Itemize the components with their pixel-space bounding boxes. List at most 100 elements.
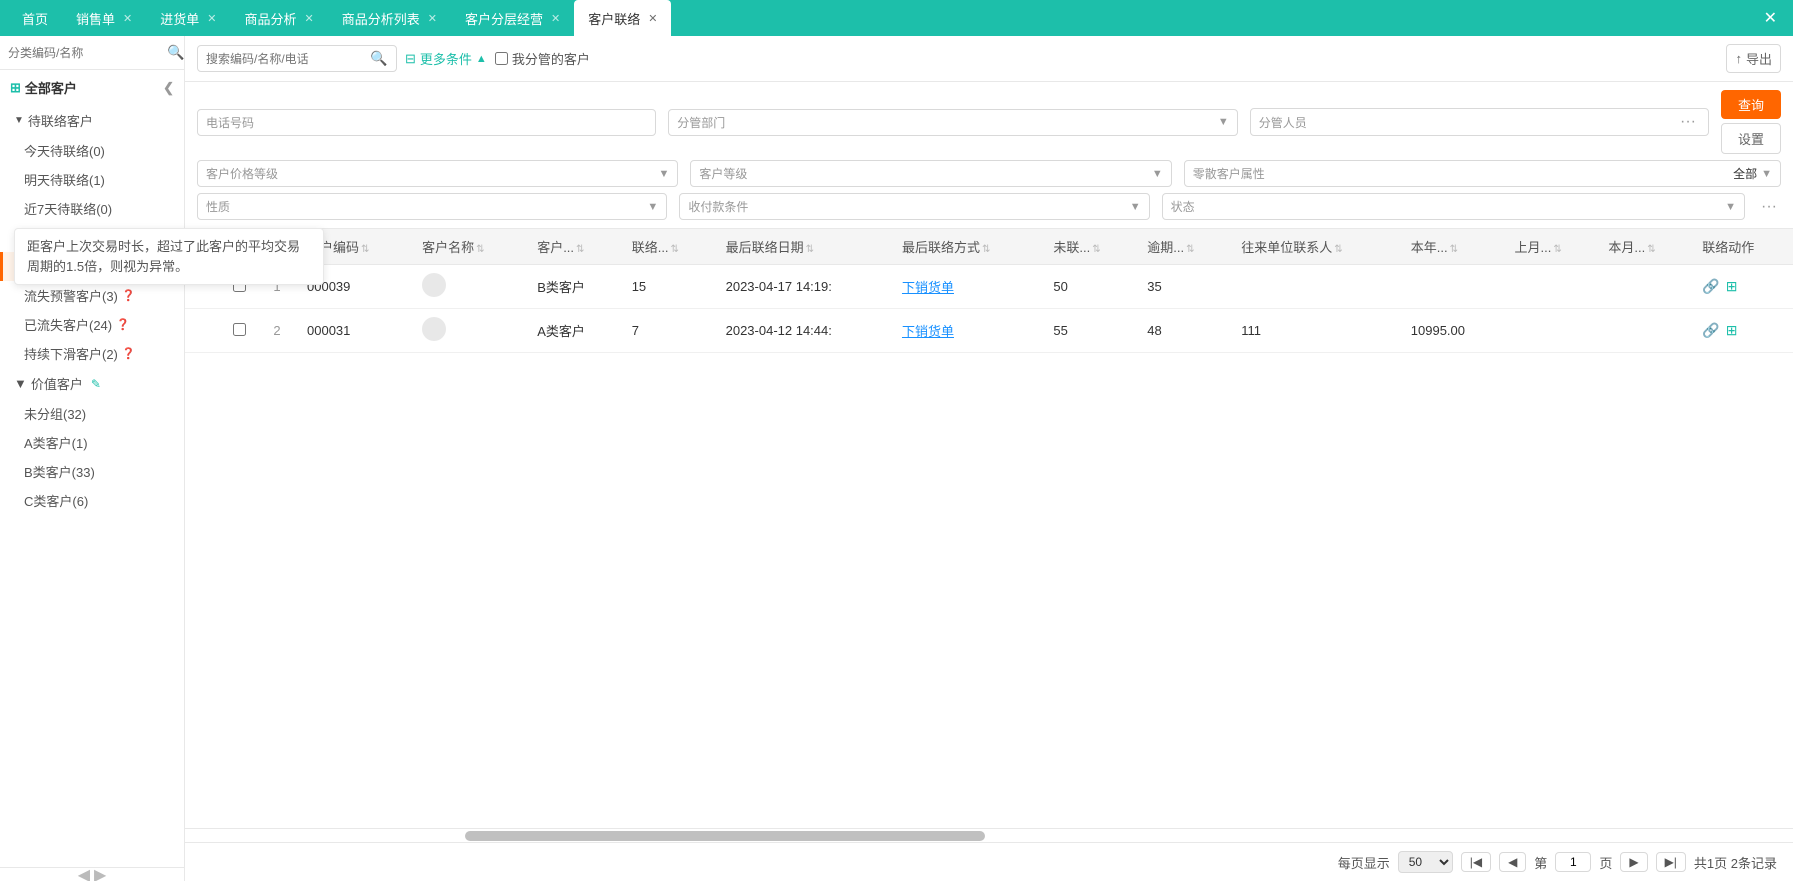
col-current-month-header[interactable]: 本月...⇅ <box>1598 229 1692 265</box>
last-month-sort-icon: ⇅ <box>1553 244 1561 255</box>
col-current-year-header[interactable]: 本年...⇅ <box>1401 229 1505 265</box>
sidebar-all-customers[interactable]: ⊞ 全部客户 ❮ <box>0 70 184 105</box>
row2-checkbox[interactable] <box>221 309 257 353</box>
last-page-btn[interactable]: ▶| <box>1656 852 1686 872</box>
nav-product-analysis[interactable]: 商品分析 ✕ <box>230 0 327 36</box>
sidebar-declining[interactable]: 持续下滑客户(2) ❓ <box>0 339 184 368</box>
row1-last-month <box>1504 265 1598 309</box>
row2-settings <box>185 309 221 353</box>
last-date-sort-icon: ⇅ <box>806 244 814 255</box>
nav-close-sales[interactable]: ✕ <box>123 12 132 25</box>
col-name-header[interactable]: 客户名称⇅ <box>412 229 527 265</box>
table-row: 1 000039 B类客户 15 2023-04-17 14:19: 下销货单 … <box>185 265 1793 309</box>
nav-close-customer-contact[interactable]: ✕ <box>648 12 657 25</box>
row1-contact-person <box>1231 265 1401 309</box>
sidebar-pending-7days[interactable]: 近7天待联络(0) <box>0 194 184 223</box>
export-btn[interactable]: ↑ 导出 <box>1726 44 1781 73</box>
filter-row-2: 客户价格等级 ▼ 客户等级 ▼ 零散客户属性 全部 ▼ <box>197 160 1781 187</box>
page-input[interactable] <box>1555 852 1591 872</box>
row2-actions: 🔗 ⊞ <box>1692 309 1793 353</box>
nav-sales[interactable]: 销售单 ✕ <box>62 0 146 36</box>
nav-purchase[interactable]: 进货单 ✕ <box>146 0 230 36</box>
page-size-select[interactable]: 50 100 200 <box>1398 851 1453 873</box>
col-last-contact-method-header[interactable]: 最后联络方式⇅ <box>892 229 1043 265</box>
prev-page-btn[interactable]: ◀ <box>1499 852 1526 872</box>
filter-phone[interactable]: 电话号码 <box>197 109 656 136</box>
row2-last-method[interactable]: 下销货单 <box>892 309 1043 353</box>
filter-dept[interactable]: 分管部门 ▼ <box>668 109 1238 136</box>
more-conditions-btn[interactable]: ⊟ 更多条件 ▲ <box>405 49 487 68</box>
row2-link-icon[interactable]: 🔗 <box>1702 322 1719 339</box>
export-icon: ↑ <box>1735 51 1742 66</box>
col-last-month-header[interactable]: 上月...⇅ <box>1504 229 1598 265</box>
current-month-sort-icon: ⇅ <box>1647 244 1655 255</box>
row2-select-checkbox[interactable] <box>233 323 246 336</box>
sidebar-pending-tomorrow[interactable]: 明天待联络(1) <box>0 165 184 194</box>
sidebar-search-input[interactable] <box>8 46 163 60</box>
page-suffix: 页 <box>1599 853 1612 872</box>
search-input[interactable] <box>206 52 366 66</box>
sidebar-value-section[interactable]: ▼ 价值客户 ✎ <box>0 368 184 399</box>
row2-grid-icon[interactable]: ⊞ <box>1726 322 1738 339</box>
nav-close-customer-layered[interactable]: ✕ <box>551 12 560 25</box>
nav-close-purchase[interactable]: ✕ <box>207 12 216 25</box>
nav-customer-contact[interactable]: 客户联络 ✕ <box>574 0 671 36</box>
filter-gender[interactable]: 性质 ▼ <box>197 193 667 220</box>
name-sort-icon: ⇅ <box>476 244 484 255</box>
nav-customer-layered[interactable]: 客户分层经营 ✕ <box>451 0 574 36</box>
filter-status[interactable]: 状态 ▼ <box>1162 193 1745 220</box>
nav-close-product[interactable]: ✕ <box>305 12 314 25</box>
filter-manager[interactable]: 分管人员 ··· <box>1250 108 1709 136</box>
col-contact-person-header[interactable]: 往来单位联系人⇅ <box>1231 229 1401 265</box>
sidebar-churn-warning[interactable]: 流失预警客户(3) ❓ <box>0 281 184 310</box>
row2-avatar <box>422 317 446 341</box>
filter-retail-attr[interactable]: 零散客户属性 全部 ▼ <box>1184 160 1781 187</box>
search-icon[interactable]: 🔍 <box>370 50 387 67</box>
row2-index: 2 <box>257 309 297 353</box>
sidebar-value-c[interactable]: C类客户(6) <box>0 486 184 515</box>
col-overdue-header[interactable]: 逾期...⇅ <box>1137 229 1231 265</box>
row1-type: B类客户 <box>527 265 622 309</box>
churn-warning-help-icon: ❓ <box>122 289 136 302</box>
query-btn[interactable]: 查询 <box>1721 90 1781 119</box>
my-customers-checkbox[interactable] <box>495 52 508 65</box>
filter-payment[interactable]: 收付款条件 ▼ <box>679 193 1149 220</box>
settings-btn[interactable]: 设置 <box>1721 123 1781 154</box>
window-close-button[interactable]: ✕ <box>1756 8 1785 28</box>
nav-home[interactable]: 首页 <box>8 0 62 36</box>
sidebar-value-b[interactable]: B类客户(33) <box>0 457 184 486</box>
sidebar-value-ungrouped[interactable]: 未分组(32) <box>0 399 184 428</box>
contact-count-sort-icon: ⇅ <box>671 244 679 255</box>
filter-customer-level[interactable]: 客户等级 ▼ <box>690 160 1171 187</box>
row1-pending: 50 <box>1043 265 1137 309</box>
col-contact-count-header[interactable]: 联络...⇅ <box>622 229 716 265</box>
overdue-sort-icon: ⇅ <box>1186 244 1194 255</box>
row1-grid-icon[interactable]: ⊞ <box>1726 278 1738 295</box>
sidebar-pending-group[interactable]: ▼ 待联络客户 <box>0 105 184 136</box>
nav-product-analysis-list[interactable]: 商品分析列表 ✕ <box>328 0 451 36</box>
col-pending-header[interactable]: 未联...⇅ <box>1043 229 1137 265</box>
type-sort-icon: ⇅ <box>576 244 584 255</box>
horizontal-scrollbar[interactable] <box>185 828 1793 842</box>
row2-pending: 55 <box>1043 309 1137 353</box>
nav-close-product-list[interactable]: ✕ <box>428 12 437 25</box>
sidebar-churned[interactable]: 已流失客户(24) ❓ <box>0 310 184 339</box>
row1-overdue: 35 <box>1137 265 1231 309</box>
row1-link-icon[interactable]: 🔗 <box>1702 278 1719 295</box>
filter-price-level[interactable]: 客户价格等级 ▼ <box>197 160 678 187</box>
first-page-btn[interactable]: |◀ <box>1461 852 1491 872</box>
filter-more-dots[interactable]: ··· <box>1757 198 1781 216</box>
sidebar-search-icon[interactable]: 🔍 <box>167 44 184 61</box>
sidebar-pending-today[interactable]: 今天待联络(0) <box>0 136 184 165</box>
next-page-btn[interactable]: ▶ <box>1620 852 1647 872</box>
manager-more-icon[interactable]: ··· <box>1680 113 1696 131</box>
col-type-header[interactable]: 客户...⇅ <box>527 229 622 265</box>
payment-dropdown-icon: ▼ <box>1130 201 1141 213</box>
value-edit-icon[interactable]: ✎ <box>91 377 101 391</box>
col-last-contact-date-header[interactable]: 最后联络日期⇅ <box>716 229 892 265</box>
scroll-thumb[interactable] <box>465 831 985 841</box>
row1-last-method[interactable]: 下销货单 <box>892 265 1043 309</box>
sidebar-value-a[interactable]: A类客户(1) <box>0 428 184 457</box>
declining-help-icon: ❓ <box>122 347 136 360</box>
row1-avatar <box>422 273 446 297</box>
